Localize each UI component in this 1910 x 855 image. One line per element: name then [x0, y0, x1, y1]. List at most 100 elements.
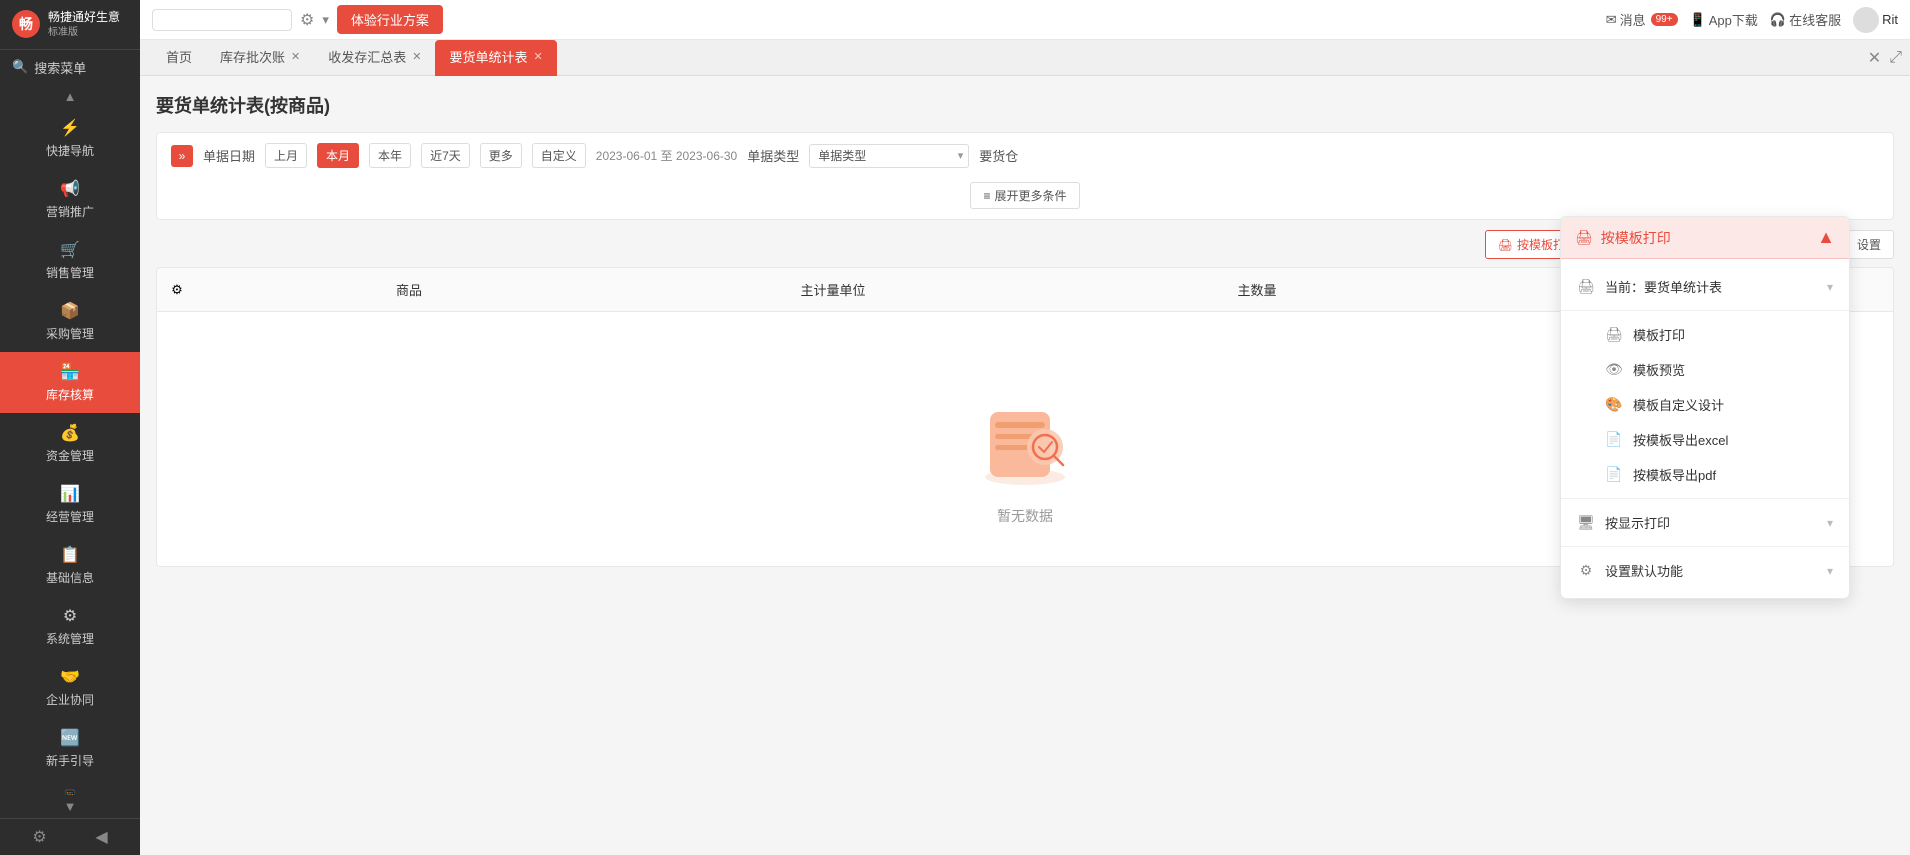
filter-expand-button[interactable]: » [171, 145, 193, 167]
logo-icon: 畅 [12, 10, 40, 38]
dropdown-template-section: 🖨 模板打印 👁 模板预览 🎨 模板自定义设计 📄 按模板导出excel [1561, 311, 1849, 499]
dropdown-current-template[interactable]: 🖨 当前：要货单统计表 ▾ [1561, 269, 1849, 304]
message-icon: ✉ [1606, 12, 1617, 28]
sidebar-item-guide[interactable]: 🆕 新手引导 [0, 718, 140, 779]
sidebar-item-quick-nav[interactable]: ⚡ 快捷导航 [0, 108, 140, 169]
content-area: 要货单统计表(按商品) » 单据日期 上月 本月 本年 近7天 更多 自定义 2… [140, 76, 1910, 855]
dropdown-close-button[interactable]: ▲ [1817, 227, 1835, 248]
topbar-nav: ⚙ ▾ 体验行业方案 [152, 5, 1598, 34]
tab-batch-ledger[interactable]: 库存批次账 ✕ [206, 40, 314, 76]
empty-text: 暂无数据 [997, 506, 1053, 526]
sidebar-item-system[interactable]: ⚙ 系统管理 [0, 596, 140, 657]
online-service-button[interactable]: 🎧 在线客服 [1770, 10, 1841, 29]
app-download-button[interactable]: 📱 App下载 [1690, 10, 1758, 29]
phone-icon: 📱 [1690, 12, 1706, 28]
dropdown-default-section: ⚙ 设置默认功能 ▾ [1561, 547, 1849, 594]
date-btn-more[interactable]: 更多 [480, 143, 522, 168]
current-template-icon: 🖨 [1577, 278, 1595, 295]
filter-row-1: » 单据日期 上月 本月 本年 近7天 更多 自定义 2023-06-01 至 … [171, 143, 1879, 168]
tab-close-all-icon[interactable]: ✕ [1868, 48, 1881, 68]
dropdown-template-preview[interactable]: 👁 模板预览 [1561, 352, 1849, 387]
dropdown-template-design[interactable]: 🎨 模板自定义设计 [1561, 387, 1849, 422]
order-type-select[interactable]: 单据类型 [809, 144, 969, 168]
tab-batch-ledger-close[interactable]: ✕ [291, 50, 300, 63]
print-icon: 🖨 [1498, 238, 1513, 252]
settings-icon[interactable]: ⚙ [32, 827, 46, 847]
dropdown-arrow-icon[interactable]: ▾ [322, 12, 329, 28]
sidebar-item-inventory[interactable]: 🏪 库存核算 [0, 352, 140, 413]
col-quantity: 主数量 [1045, 276, 1469, 303]
tabbar-actions: ✕ ⤢ [1868, 48, 1910, 68]
quick-nav-icon: ⚡ [60, 118, 80, 138]
expand-more-button[interactable]: ≡ 展开更多条件 [970, 182, 1079, 209]
tab-collection-summary-close[interactable]: ✕ [412, 50, 421, 63]
tab-home[interactable]: 首页 [152, 40, 206, 76]
settings-button[interactable]: 设置 [1844, 230, 1894, 259]
topbar-search-input[interactable] [152, 9, 292, 31]
sidebar-item-sales[interactable]: 🛒 销售管理 [0, 230, 140, 291]
dropdown-template-export-excel[interactable]: 📄 按模板导出excel [1561, 422, 1849, 457]
apps-icon: 📱 [60, 789, 80, 795]
marketing-icon: 📢 [60, 179, 80, 199]
table-settings-cell[interactable]: ⚙ [157, 282, 197, 298]
empty-illustration [965, 392, 1085, 492]
date-label: 单据日期 [203, 146, 255, 165]
tabbar: 首页 库存批次账 ✕ 收发存汇总表 ✕ 要货单统计表 ✕ ✕ ⤢ [140, 40, 1910, 76]
sidebar-scroll-down[interactable]: ▼ [0, 795, 140, 818]
trial-button[interactable]: 体验行业方案 [337, 5, 443, 34]
sidebar-item-finance[interactable]: 💰 资金管理 [0, 413, 140, 474]
guide-icon: 🆕 [60, 728, 80, 748]
topbar-gear-icon[interactable]: ⚙ [300, 10, 314, 30]
enterprise-icon: 🤝 [60, 667, 80, 687]
dropdown-display-print[interactable]: 🖥 按显示打印 ▾ [1561, 505, 1849, 540]
sidebar-item-operation[interactable]: 📊 经营管理 [0, 474, 140, 535]
sidebar-scroll-up[interactable]: ▲ [0, 85, 140, 108]
logo: 畅 畅捷通好生意 标准版 [0, 0, 140, 50]
sidebar-item-marketing[interactable]: 📢 营销推广 [0, 169, 140, 230]
user-avatar-area[interactable]: Rit [1853, 7, 1898, 33]
dropdown-template-print[interactable]: 🖨 模板打印 [1561, 317, 1849, 352]
dropdown-header: 🖨 按模板打印 ▲ [1561, 217, 1849, 259]
export-excel-icon: 📄 [1605, 431, 1623, 448]
default-function-arrow: ▾ [1827, 564, 1833, 578]
template-preview-icon: 👁 [1605, 361, 1623, 378]
dropdown-default-function[interactable]: ⚙ 设置默认功能 ▾ [1561, 553, 1849, 588]
message-button[interactable]: ✉ 消息 99+ [1606, 10, 1678, 29]
dropdown-display-section: 🖥 按显示打印 ▾ [1561, 499, 1849, 547]
date-btn-custom[interactable]: 自定义 [532, 143, 586, 168]
finance-icon: 💰 [60, 423, 80, 443]
dropdown-template-export-pdf[interactable]: 📄 按模板导出pdf [1561, 457, 1849, 492]
operation-icon: 📊 [60, 484, 80, 504]
default-function-icon: ⚙ [1577, 562, 1595, 579]
display-print-arrow: ▾ [1827, 516, 1833, 530]
table-settings-icon[interactable]: ⚙ [171, 282, 183, 298]
date-btn-7days[interactable]: 近7天 [421, 143, 470, 168]
order-type-label: 单据类型 [747, 146, 799, 165]
date-range: 2023-06-01 至 2023-06-30 [596, 147, 737, 164]
inventory-icon: 🏪 [60, 362, 80, 382]
sidebar-item-purchase[interactable]: 📦 采购管理 [0, 291, 140, 352]
topbar: ⚙ ▾ 体验行业方案 ✉ 消息 99+ 📱 App下载 🎧 在线客服 Rit [140, 0, 1910, 40]
logo-text: 畅捷通好生意 标准版 [48, 10, 120, 39]
sidebar-item-basic[interactable]: 📋 基础信息 [0, 535, 140, 596]
collapse-icon[interactable]: ◀ [95, 827, 107, 847]
page-title: 要货单统计表(按商品) [156, 92, 1894, 118]
expand-more-icon: ≡ [983, 189, 990, 203]
topbar-right: ✉ 消息 99+ 📱 App下载 🎧 在线客服 Rit [1606, 7, 1898, 33]
dropdown-body: 🖨 当前：要货单统计表 ▾ 🖨 模板打印 👁 模板预览 [1561, 259, 1849, 598]
col-unit: 主计量单位 [621, 276, 1045, 303]
date-btn-this-year[interactable]: 本年 [369, 143, 411, 168]
tab-order-summary-close[interactable]: ✕ [534, 50, 543, 63]
sidebar-item-enterprise[interactable]: 🤝 企业协同 [0, 657, 140, 718]
user-avatar [1853, 7, 1879, 33]
printer-icon: 🖨 [1575, 229, 1593, 246]
sidebar-item-apps[interactable]: 📱 应用中心 [0, 779, 140, 795]
search-icon: 🔍 [12, 59, 28, 75]
date-btn-last-month[interactable]: 上月 [265, 143, 307, 168]
tab-collection-summary[interactable]: 收发存汇总表 ✕ [314, 40, 435, 76]
tab-order-summary[interactable]: 要货单统计表 ✕ [435, 40, 556, 76]
tab-expand-icon[interactable]: ⤢ [1889, 49, 1902, 67]
basic-icon: 📋 [60, 545, 80, 565]
search-menu[interactable]: 🔍 搜索菜单 [0, 50, 140, 85]
date-btn-this-month[interactable]: 本月 [317, 143, 359, 168]
